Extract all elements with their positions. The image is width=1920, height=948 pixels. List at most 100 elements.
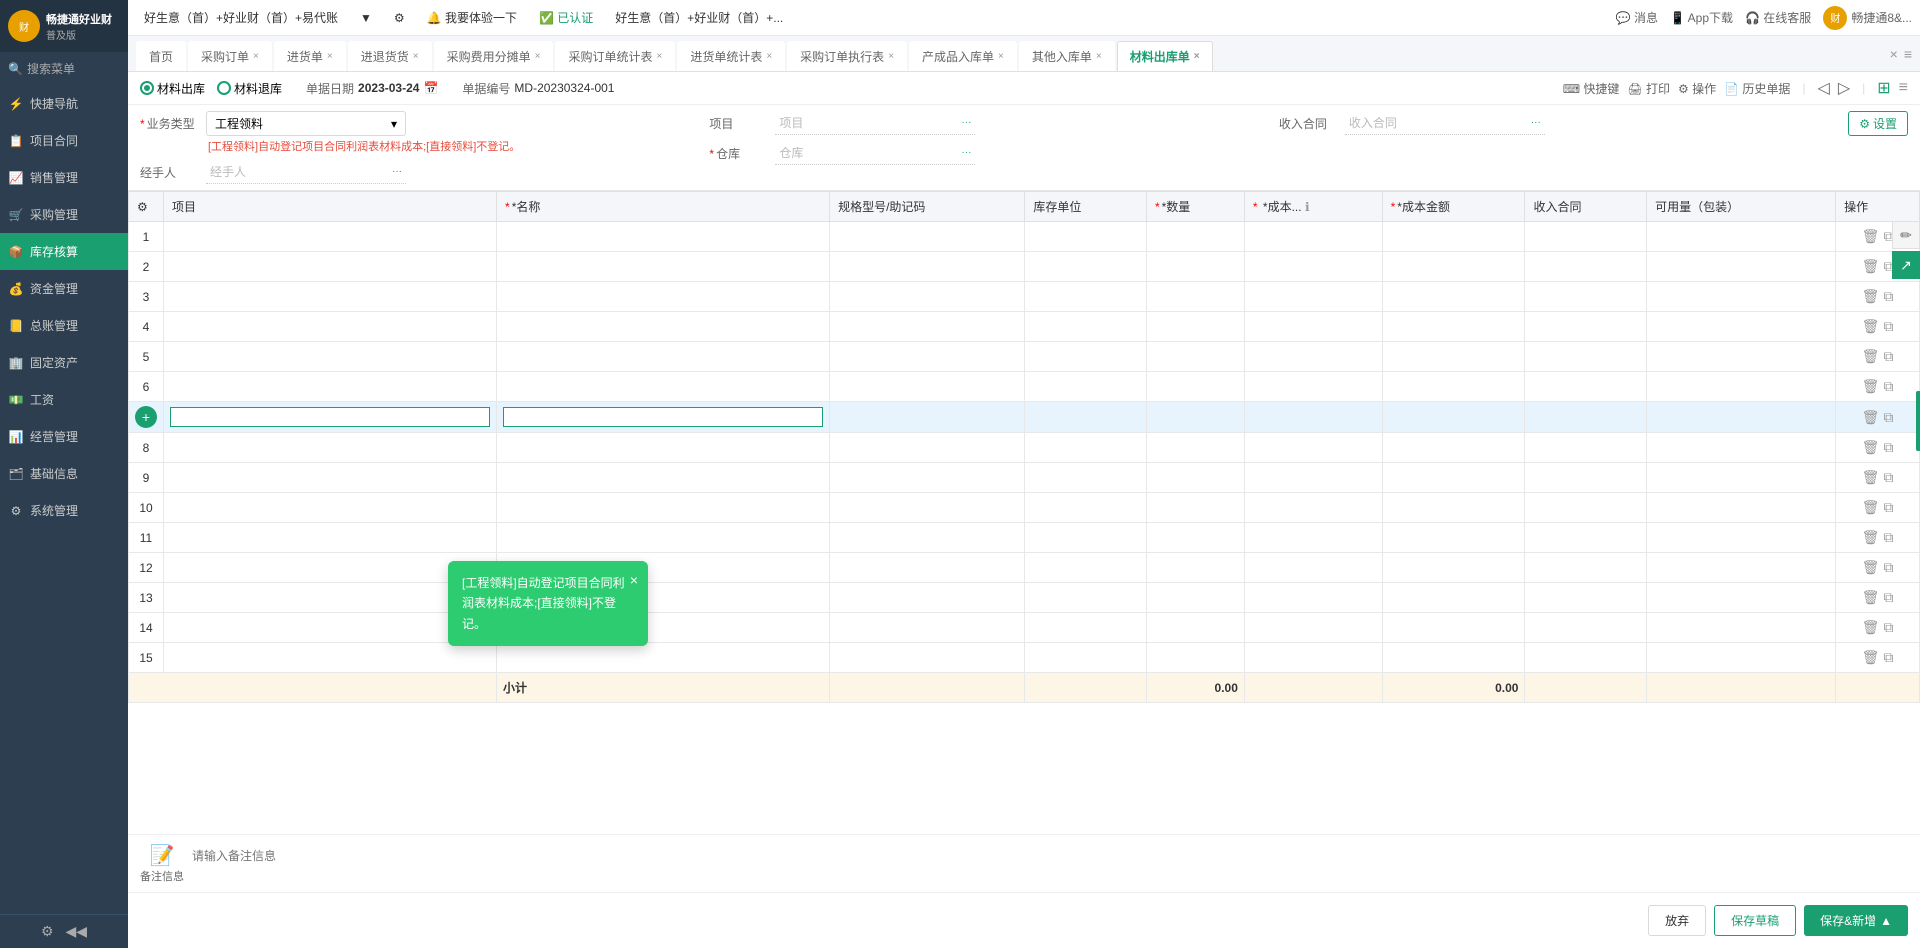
close-jintui-icon[interactable]: × [413,51,419,62]
copy-row-icon[interactable]: ⧉ [1883,559,1893,576]
copy-row-icon[interactable]: ⧉ [1883,499,1893,516]
topbar-product-menu[interactable]: 好生意（首）+好业财（首）+易代账 [136,5,346,30]
delete-row-icon[interactable]: 🗑 [1862,649,1880,666]
form-settings-btn[interactable]: ⚙ 设置 [1848,111,1908,136]
shortcut-key-btn[interactable]: ⌨ 快捷键 [1563,80,1620,97]
print-btn[interactable]: 🖨 打印 [1627,80,1670,97]
delete-row-icon[interactable]: 🗑 [1862,378,1880,395]
sidebar-search[interactable]: 🔍 搜索菜单 [0,52,128,85]
sidebar-item-caigou[interactable]: 🛒 采购管理 [0,196,128,233]
table-settings-icon[interactable]: ⚙ [137,200,148,214]
delete-row-icon[interactable]: 🗑 [1862,529,1880,546]
tab-material-out[interactable]: 材料出库单 × [1117,41,1213,71]
copy-row-icon[interactable]: ⧉ [1883,348,1893,365]
handler-dots-icon[interactable]: ··· [392,166,402,177]
biz-type-select[interactable]: 工程领料 ▾ [206,111,406,136]
sidebar-item-xitong[interactable]: ⚙ 系统管理 [0,492,128,529]
sidebar-item-jichu[interactable]: 🗂 基础信息 [0,455,128,492]
prev-bill-icon[interactable]: ◁ [1818,78,1830,98]
sidebar-item-guding[interactable]: 🏢 固定资产 [0,344,128,381]
add-row-btn[interactable]: + [135,406,157,428]
tooltip-close-btn[interactable]: × [630,569,638,593]
copy-row-icon[interactable]: ⧉ [1883,529,1893,546]
delete-row-icon[interactable]: 🗑 [1862,409,1880,426]
row7-project-input[interactable] [170,407,490,427]
sidebar-item-jingying[interactable]: 📊 经营管理 [0,418,128,455]
tab-other-in[interactable]: 其他入库单 × [1019,41,1115,71]
sidebar-collapse-icon[interactable]: ◀◀ [66,923,88,940]
delete-row-icon[interactable]: 🗑 [1862,619,1880,636]
delete-row-icon[interactable]: 🗑 [1862,288,1880,305]
income-dots-icon[interactable]: ··· [1531,117,1541,128]
close-jinhuo-stats-icon[interactable]: × [766,51,772,62]
project-input[interactable]: 项目 ··· [775,111,975,135]
warehouse-dots-icon[interactable]: ··· [961,147,971,158]
radio-material-return[interactable]: 材料退库 [217,80,282,97]
topbar-online-service-btn[interactable]: 🎧 在线客服 [1745,9,1811,26]
tab-close-all-icon[interactable]: × [1890,46,1898,62]
topbar-experience-btn[interactable]: 🔔 我要体验一下 [419,5,525,30]
save-dropdown-icon[interactable]: ▲ [1880,914,1892,928]
history-bill-btn[interactable]: 📄 历史单据 [1724,80,1790,97]
copy-row-icon[interactable]: ⧉ [1883,288,1893,305]
close-material-out-icon[interactable]: × [1194,51,1200,62]
delete-row-icon[interactable]: 🗑 [1862,469,1880,486]
next-bill-icon[interactable]: ▷ [1838,78,1850,98]
copy-row-icon[interactable]: ⧉ [1883,409,1893,426]
right-icon-3[interactable]: ↗ [1892,251,1920,279]
sidebar-item-kucun[interactable]: 📦 库存核算 [0,233,128,270]
tab-product-in[interactable]: 产成品入库单 × [909,41,1017,71]
income-contract-input[interactable]: 收入合同 ··· [1345,111,1545,135]
tab-menu-icon[interactable]: ≡ [1904,46,1912,62]
copy-row-icon[interactable]: ⧉ [1883,469,1893,486]
row7-name-input[interactable] [503,407,823,427]
handler-input[interactable]: 经手人 ··· [206,160,406,184]
sidebar-item-xiaoshou[interactable]: 📈 销售管理 [0,159,128,196]
tab-jinhuo-stats[interactable]: 进货单统计表 × [677,41,785,71]
sidebar-item-zhangmu[interactable]: 📒 总账管理 [0,307,128,344]
topbar-user-avatar[interactable]: 财 畅捷通8&... [1823,6,1912,30]
delete-row-icon[interactable]: 🗑 [1862,348,1880,365]
close-caigou-stats-icon[interactable]: × [656,51,662,62]
delete-row-icon[interactable]: 🗑 [1862,228,1880,245]
tab-jinhuo[interactable]: 进货单 × [274,41,346,71]
warehouse-input[interactable]: 仓库 ··· [775,141,975,165]
sidebar-item-kuaijie[interactable]: ⚡ 快捷导航 [0,85,128,122]
sidebar-settings-icon[interactable]: ⚙ [41,923,54,940]
copy-row-icon[interactable]: ⧉ [1883,649,1893,666]
delete-row-icon[interactable]: 🗑 [1862,499,1880,516]
sidebar-item-gongzi[interactable]: 💵 工资 [0,381,128,418]
topbar-product-list[interactable]: 好生意（首）+好业财（首）+... [607,5,791,30]
topbar-app-download-btn[interactable]: 📱 App下载 [1670,9,1733,26]
close-other-in-icon[interactable]: × [1096,51,1102,62]
delete-row-icon[interactable]: 🗑 [1862,258,1880,275]
cost-info-icon[interactable]: ℹ [1305,200,1310,214]
notes-textarea[interactable] [192,847,592,875]
topbar-settings-icon[interactable]: ⚙ [386,7,413,29]
right-icon-2[interactable]: ✏ [1892,221,1920,249]
tab-caigou-exec[interactable]: 采购订单执行表 × [787,41,907,71]
copy-row-icon[interactable]: ⧉ [1883,589,1893,606]
close-product-in-icon[interactable]: × [998,51,1004,62]
project-dots-icon[interactable]: ··· [961,117,971,128]
delete-row-icon[interactable]: 🗑 [1862,589,1880,606]
calendar-icon[interactable]: 📅 [423,81,438,95]
save-draft-btn[interactable]: 保存草稿 [1714,905,1796,936]
tab-caigou-stats[interactable]: 采购订单统计表 × [555,41,675,71]
topbar-message-btn[interactable]: 💬 消息 [1616,9,1658,26]
grid-view-icon[interactable]: ⊞ [1877,78,1890,98]
delete-row-icon[interactable]: 🗑 [1862,318,1880,335]
list-view-icon[interactable]: ≡ [1899,79,1908,97]
table-container[interactable]: ⚙ 项目 *名称 规格型号/助记码 库存单位 *数量 *成本... ℹ *成本金… [128,191,1920,834]
tab-caigou-order[interactable]: 采购订单 × [188,41,272,71]
delete-row-icon[interactable]: 🗑 [1862,559,1880,576]
close-caigou-exec-icon[interactable]: × [888,51,894,62]
radio-material-out[interactable]: 材料出库 [140,80,205,97]
copy-row-icon[interactable]: ⧉ [1883,318,1893,335]
operations-btn[interactable]: ⚙ 操作 [1678,80,1716,97]
discard-btn[interactable]: 放弃 [1648,905,1706,936]
tab-caigou-fee[interactable]: 采购费用分摊单 × [434,41,554,71]
tab-jintui[interactable]: 进退货货 × [348,41,432,71]
delete-row-icon[interactable]: 🗑 [1862,439,1880,456]
close-caigou-fee-icon[interactable]: × [535,51,541,62]
